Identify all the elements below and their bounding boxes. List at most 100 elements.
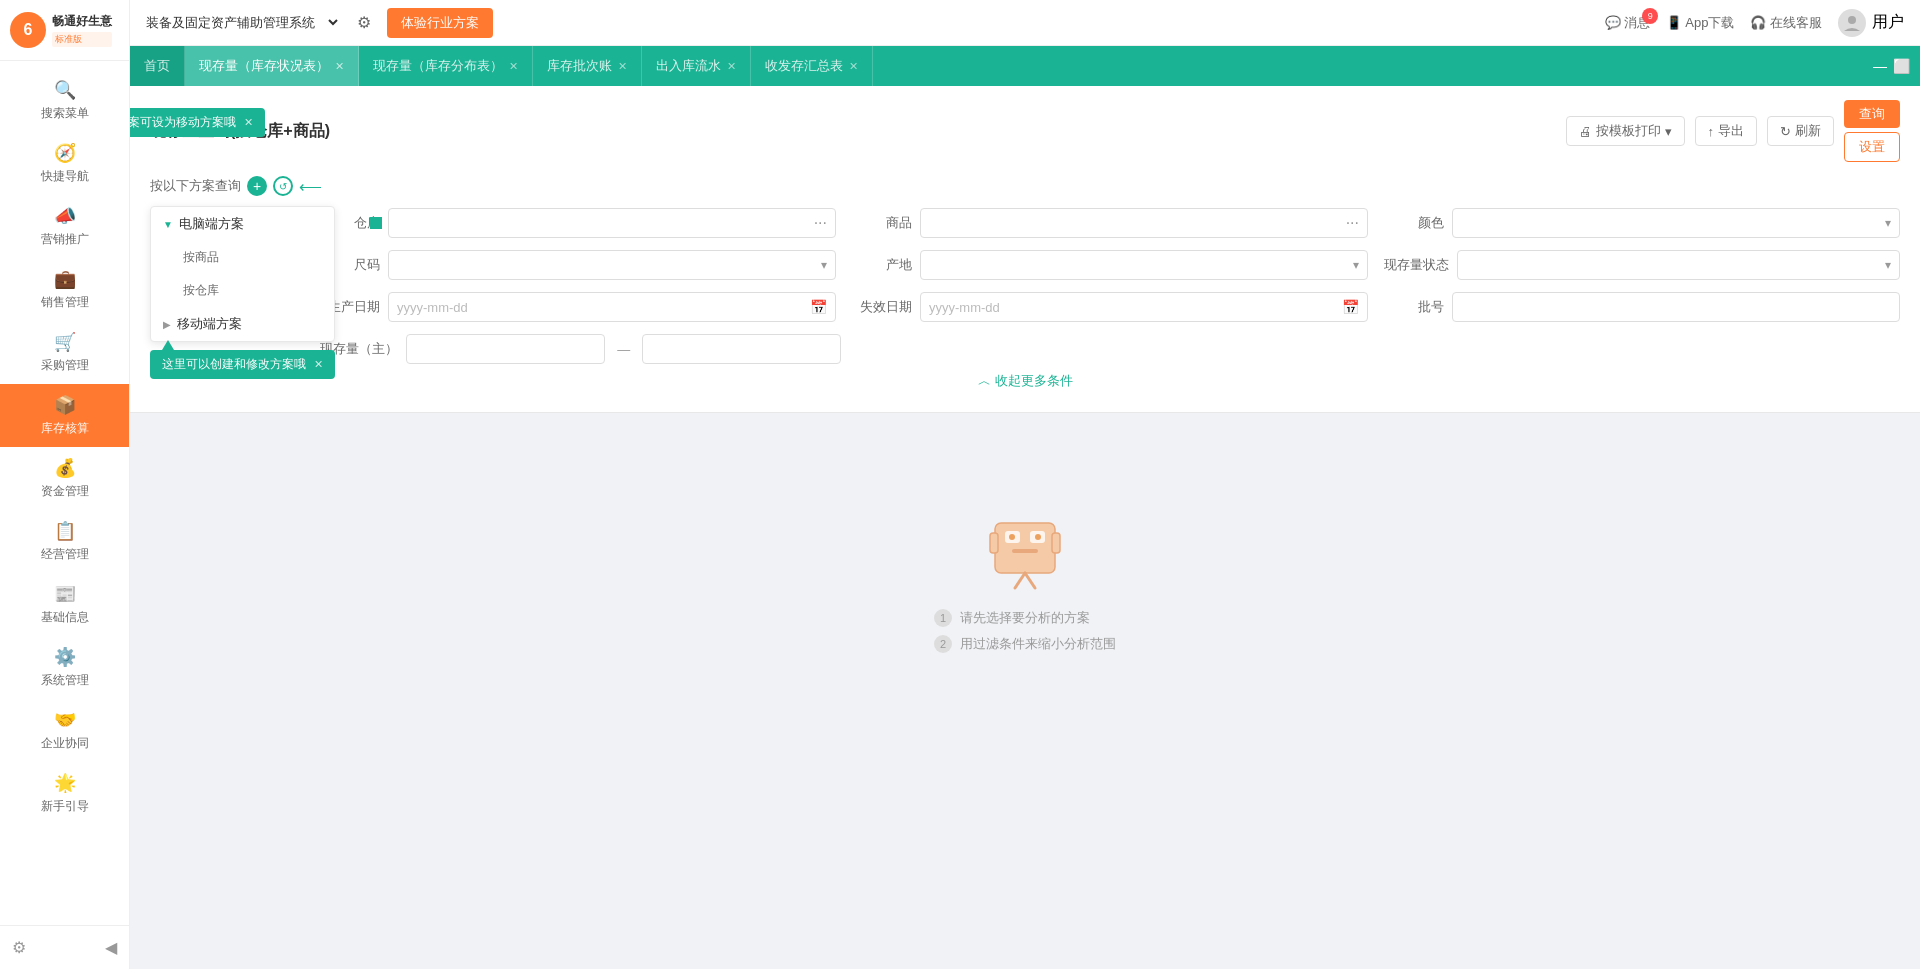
- filter-rows: 仓库 ··· 商品 ···: [320, 208, 1900, 364]
- close-tab-inout[interactable]: ✕: [727, 60, 736, 73]
- expire-date-calendar-icon[interactable]: 📅: [1342, 299, 1359, 315]
- tab-shipreceive[interactable]: 收发存汇总表 ✕: [751, 46, 873, 86]
- product-input[interactable]: ···: [920, 208, 1368, 238]
- message-icon: 💬: [1605, 15, 1621, 30]
- refresh-btn[interactable]: ↻ 刷新: [1767, 116, 1834, 146]
- settings-icon[interactable]: ⚙: [12, 938, 26, 957]
- stock-status-field: 现存量状态 ▾: [1384, 250, 1900, 280]
- sidebar-item-system[interactable]: ⚙️ 系统管理: [0, 636, 129, 699]
- tooltip-scheme2: 这里可以创建和修改方案哦 ✕: [150, 350, 335, 379]
- logo-text: 畅通好生意 标准版: [52, 13, 112, 47]
- scheme-mobile[interactable]: ▶ 移动端方案: [151, 307, 334, 341]
- expire-date-input[interactable]: yyyy-mm-dd 📅: [920, 292, 1368, 322]
- origin-chevron-icon: ▾: [1353, 258, 1359, 272]
- close-tab-batch[interactable]: ✕: [618, 60, 627, 73]
- batch-no-input[interactable]: [1452, 292, 1900, 322]
- filter-row-3: 生产日期 yyyy-mm-dd 📅 失效日期 yyyy-mm-dd 📅: [320, 292, 1900, 322]
- collapse-sidebar-icon[interactable]: ◀: [105, 938, 117, 957]
- system-selector[interactable]: [321, 14, 341, 31]
- scheme-by-product[interactable]: 按商品: [171, 241, 334, 274]
- sidebar-item-finance[interactable]: 💰 资金管理: [0, 447, 129, 510]
- expire-date-field: 失效日期 yyyy-mm-dd 📅: [852, 292, 1368, 322]
- search-icon: 🔍: [54, 79, 76, 101]
- warehouse-input[interactable]: ···: [388, 208, 836, 238]
- product-dots-icon[interactable]: ···: [1346, 214, 1359, 232]
- origin-input[interactable]: ▾: [920, 250, 1368, 280]
- tabs-bar: 首页 现存量（库存状况表） ✕ 现存量（库存分布表） ✕ 库存批次账 ✕ 出入库…: [130, 46, 1920, 86]
- stock-status-input[interactable]: ▾: [1457, 250, 1900, 280]
- finance-icon: 💰: [54, 457, 76, 479]
- sidebar-item-ops[interactable]: 📋 经营管理: [0, 510, 129, 573]
- tab-batch[interactable]: 库存批次账 ✕: [533, 46, 642, 86]
- sidebar-menu: 🔍 搜索菜单 🧭 快捷导航 📣 营销推广 💼 销售管理 🛒 采购管理 📦 库存核…: [0, 61, 129, 925]
- color-input[interactable]: ▾: [1452, 208, 1900, 238]
- scheme-area: ▼ 电脑端方案 按商品 按仓库 ▶ 移动端方案: [150, 206, 335, 379]
- produce-date-input[interactable]: yyyy-mm-dd 📅: [388, 292, 836, 322]
- tab-inout[interactable]: 出入库流水 ✕: [642, 46, 751, 86]
- sidebar-item-collab[interactable]: 🤝 企业协同: [0, 699, 129, 762]
- color-chevron-icon: ▾: [1885, 216, 1891, 230]
- refresh-icon: ↻: [1780, 124, 1791, 139]
- system-icon: ⚙️: [54, 646, 76, 668]
- sidebar-item-inventory[interactable]: 📦 库存核算: [0, 384, 129, 447]
- tab-inventory-dist[interactable]: 现存量（库存分布表） ✕: [359, 46, 533, 86]
- stock-qty-from[interactable]: [406, 334, 605, 364]
- tab-actions: — ⬜: [1857, 46, 1920, 86]
- gear-icon[interactable]: ⚙: [357, 13, 371, 32]
- online-support-link[interactable]: 🎧 在线客服: [1750, 14, 1822, 32]
- sidebar-item-marketing[interactable]: 📣 营销推广: [0, 195, 129, 258]
- search-btn[interactable]: 查询: [1844, 100, 1900, 128]
- user-info[interactable]: 用户: [1838, 9, 1904, 37]
- chevron-down-icon: ▾: [1665, 124, 1672, 139]
- topbar: 装备及固定资产辅助管理系统 ⚙ 体验行业方案 💬 消息 9 📱 App下载 🎧 …: [130, 0, 1920, 46]
- size-input[interactable]: ▾: [388, 250, 836, 280]
- main-content: 装备及固定资产辅助管理系统 ⚙ 体验行业方案 💬 消息 9 📱 App下载 🎧 …: [130, 0, 1920, 969]
- close-tab-inventory-status[interactable]: ✕: [335, 60, 344, 73]
- add-scheme-btn[interactable]: +: [247, 176, 267, 196]
- empty-illustration: [965, 493, 1085, 593]
- tab-inventory-status[interactable]: 现存量（库存状况表） ✕: [185, 46, 359, 86]
- stock-qty-to[interactable]: [642, 334, 841, 364]
- color-field: 颜色 ▾: [1384, 208, 1900, 238]
- collapse-more-btn[interactable]: ︿ 收起更多条件: [150, 364, 1900, 398]
- scheme-desktop-items: 按商品 按仓库: [151, 241, 334, 307]
- size-field: 尺码 ▾: [320, 250, 836, 280]
- sidebar-item-base[interactable]: 📰 基础信息: [0, 573, 129, 636]
- empty-tip-2: 2 用过滤条件来缩小分析范围: [934, 635, 1116, 653]
- sidebar-item-quick[interactable]: 🧭 快捷导航: [0, 132, 129, 195]
- scheme-warehouse-label: 按仓库: [183, 282, 219, 299]
- warehouse-dots-icon[interactable]: ···: [814, 214, 827, 232]
- industry-btn[interactable]: 体验行业方案: [387, 8, 493, 38]
- sidebar: 6 畅通好生意 标准版 🔍 搜索菜单 🧭 快捷导航 📣 营销推广 💼 销售管理 …: [0, 0, 130, 969]
- arrow-left-icon[interactable]: ⟵: [299, 177, 322, 196]
- scheme-by-warehouse[interactable]: 按仓库: [171, 274, 334, 307]
- print-btn[interactable]: 🖨 按模板打印 ▾: [1566, 116, 1685, 146]
- notifications[interactable]: 💬 消息 9: [1605, 14, 1651, 32]
- sidebar-item-purchase[interactable]: 🛒 采购管理: [0, 321, 129, 384]
- sidebar-item-search[interactable]: 🔍 搜索菜单: [0, 69, 129, 132]
- tooltip1-close-btn[interactable]: ✕: [244, 116, 253, 129]
- svg-point-9: [1009, 534, 1015, 540]
- close-tab-inventory-dist[interactable]: ✕: [509, 60, 518, 73]
- page-title-row: 现存量查询(按仓库+商品) 🖨 按模板打印 ▾ ↑ 导出 ↻ 刷新: [150, 100, 1900, 162]
- scheme-desktop[interactable]: ▼ 电脑端方案: [151, 207, 334, 241]
- sidebar-item-guide[interactable]: 🌟 新手引导: [0, 762, 129, 825]
- svg-rect-6: [1052, 533, 1060, 553]
- sidebar-item-sales[interactable]: 💼 销售管理: [0, 258, 129, 321]
- base-icon: 📰: [54, 583, 76, 605]
- app-download-link[interactable]: 📱 App下载: [1666, 14, 1734, 32]
- produce-date-calendar-icon[interactable]: 📅: [810, 299, 827, 315]
- edit-scheme-btn[interactable]: ↺: [273, 176, 293, 196]
- export-btn[interactable]: ↑ 导出: [1695, 116, 1758, 146]
- sidebar-footer: ⚙ ◀: [0, 925, 129, 969]
- reset-btn[interactable]: 设置: [1844, 132, 1900, 162]
- headset-icon: 🎧: [1750, 15, 1766, 30]
- tab-home[interactable]: 首页: [130, 46, 185, 86]
- svg-rect-5: [990, 533, 998, 553]
- minimize-icon[interactable]: —: [1873, 58, 1887, 74]
- filter-row-2: 尺码 ▾ 产地 ▾: [320, 250, 1900, 280]
- maximize-icon[interactable]: ⬜: [1893, 58, 1910, 74]
- close-tab-shipreceive[interactable]: ✕: [849, 60, 858, 73]
- stock-status-chevron-icon: ▾: [1885, 258, 1891, 272]
- tooltip2-close-btn[interactable]: ✕: [314, 358, 323, 371]
